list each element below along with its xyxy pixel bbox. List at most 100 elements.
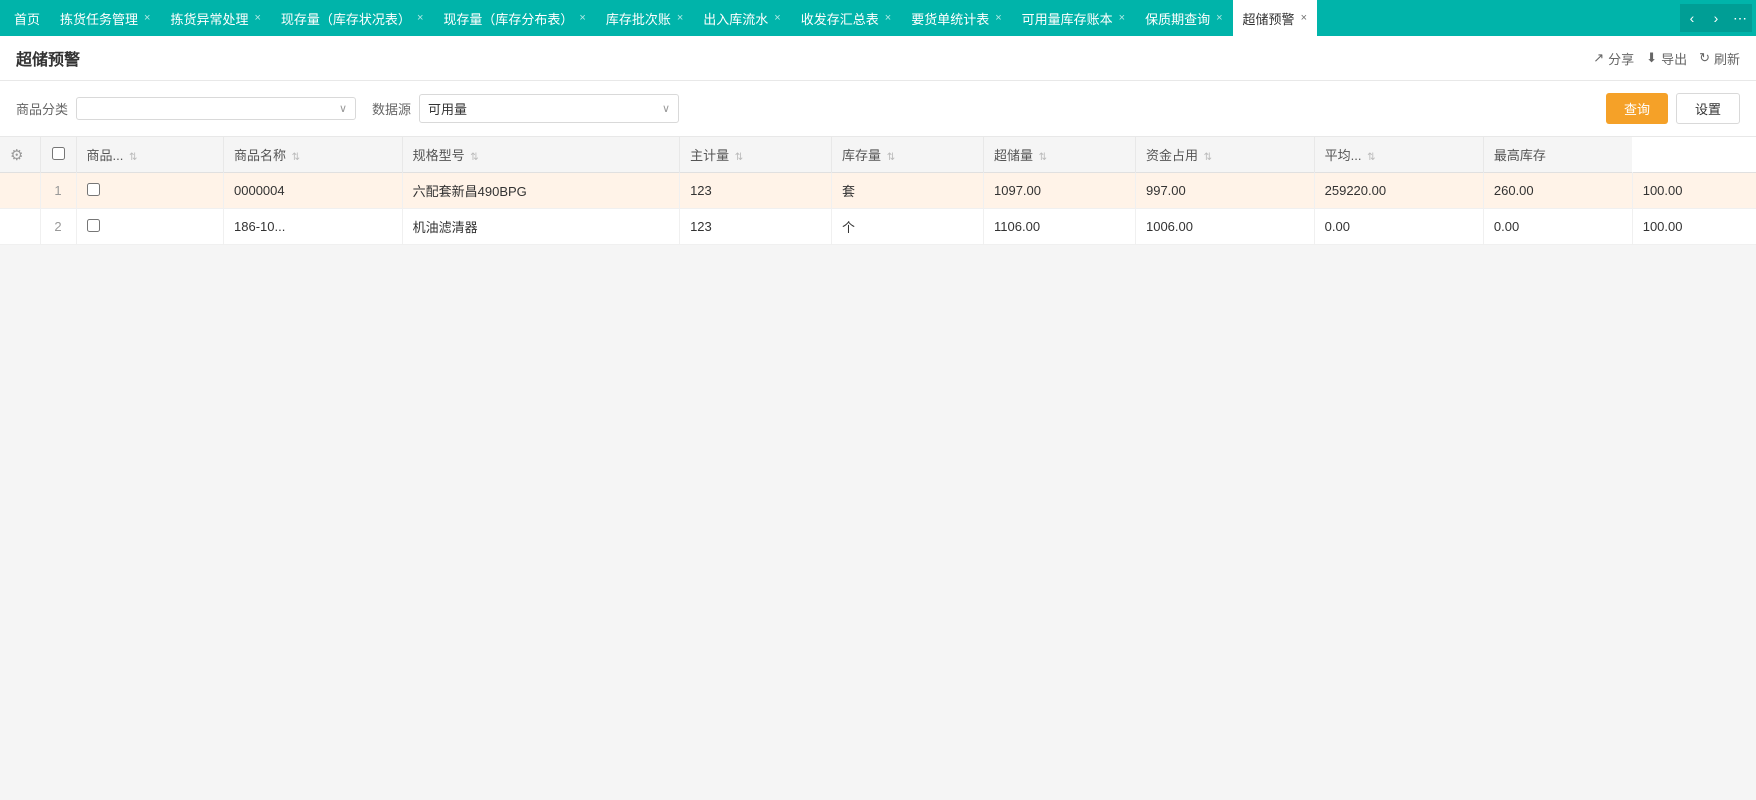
nav-item-task-mgmt[interactable]: 拣货任务管理× — [50, 0, 160, 36]
col-settings: ⚙ — [0, 137, 40, 173]
sort-spec-icon: ⇅ — [470, 152, 478, 163]
nav-item-label: 要货单统计表 — [911, 9, 989, 28]
max-inventory-cell: 100.00 — [1632, 209, 1756, 245]
header-actions: ↗ 分享 ⬇ 导出 ↻ 刷新 — [1593, 49, 1740, 68]
refresh-button[interactable]: ↻ 刷新 — [1699, 49, 1740, 68]
row-checkbox[interactable] — [87, 183, 100, 196]
row-checkbox-cell — [76, 173, 224, 209]
unit-cell: 套 — [832, 173, 984, 209]
query-button[interactable]: 查询 — [1606, 93, 1668, 124]
inventory-cell: 1106.00 — [984, 209, 1136, 245]
spec-cell: 123 — [680, 209, 832, 245]
category-label: 商品分类 — [16, 99, 68, 118]
datasource-value: 可用量 — [428, 99, 467, 118]
sort-product-code-icon: ⇅ — [129, 152, 137, 163]
settings-button[interactable]: 设置 — [1676, 93, 1740, 124]
export-button[interactable]: ⬇ 导出 — [1646, 49, 1687, 68]
nav-arrow-left[interactable]: ‹ — [1680, 4, 1704, 32]
nav-item-overstock-warning[interactable]: 超储预警 × — [1233, 0, 1317, 36]
col-overstock[interactable]: 超储量 ⇅ — [984, 137, 1136, 173]
product-name-cell: 六配套新昌490BPG — [402, 173, 679, 209]
export-label: 导出 — [1661, 49, 1687, 68]
share-button[interactable]: ↗ 分享 — [1593, 49, 1634, 68]
avg-cell: 260.00 — [1483, 173, 1632, 209]
select-all-checkbox[interactable] — [52, 147, 65, 160]
col-checkbox — [40, 137, 76, 173]
category-select[interactable]: ∨ — [76, 97, 356, 120]
col-avg[interactable]: 平均... ⇅ — [1314, 137, 1483, 173]
nav-close-icon[interactable]: × — [579, 12, 585, 24]
nav-arrow-expand[interactable]: ⋯ — [1728, 4, 1752, 32]
col-max-inventory[interactable]: 最高库存 — [1483, 137, 1632, 173]
sort-avg-icon: ⇅ — [1367, 152, 1375, 163]
category-dropdown-icon: ∨ — [339, 102, 347, 115]
column-settings-icon[interactable]: ⚙ — [10, 147, 23, 164]
datasource-label: 数据源 — [372, 99, 411, 118]
col-product-code[interactable]: 商品... ⇅ — [76, 137, 224, 173]
datasource-dropdown-icon: ∨ — [662, 102, 670, 115]
filter-actions: 查询 设置 — [1606, 93, 1740, 124]
nav-item-label: 出入库流水 — [703, 9, 768, 28]
nav-item-collect-summary[interactable]: 收发存汇总表 × — [791, 0, 901, 36]
filter-bar: 商品分类 ∨ 数据源 可用量 ∨ 查询 设置 — [0, 81, 1756, 137]
nav-item-label: 可用量库存账本 — [1022, 9, 1113, 28]
table-header-row: ⚙ 商品... ⇅ 商品名称 ⇅ 规格型号 ⇅ 主计量 — [0, 137, 1756, 173]
unit-cell: 个 — [832, 209, 984, 245]
nav-arrow-right[interactable]: › — [1704, 4, 1728, 32]
overstock-cell: 1006.00 — [1135, 209, 1314, 245]
nav-close-icon[interactable]: × — [885, 12, 891, 24]
inventory-cell: 1097.00 — [984, 173, 1136, 209]
nav-item-inout-flow[interactable]: 出入库流水 × — [693, 0, 790, 36]
row-checkbox[interactable] — [87, 219, 100, 232]
nav-item-quality-check[interactable]: 保质期查询× — [1135, 0, 1232, 36]
share-label: 分享 — [1608, 49, 1634, 68]
sort-overstock-icon: ⇅ — [1039, 152, 1047, 163]
product-name-cell: 机油滤清器 — [402, 209, 679, 245]
nav-close-icon[interactable]: × — [417, 12, 423, 24]
nav-item-home[interactable]: 首页 — [4, 0, 50, 36]
share-icon: ↗ — [1593, 50, 1604, 66]
sort-inventory-icon: ⇅ — [887, 152, 895, 163]
row-num-cell: 1 — [40, 173, 76, 209]
nav-item-abnormal[interactable]: 拣货异常处理× — [160, 0, 270, 36]
nav-item-requisition-stats[interactable]: 要货单统计表 × — [901, 0, 1011, 36]
avg-cell: 0.00 — [1483, 209, 1632, 245]
refresh-label: 刷新 — [1714, 49, 1740, 68]
capital-cell: 0.00 — [1314, 209, 1483, 245]
nav-item-label: 现存量（库存分布表） — [443, 9, 573, 28]
row-gear-cell — [0, 173, 40, 209]
max-inventory-cell: 100.00 — [1632, 173, 1756, 209]
col-product-name[interactable]: 商品名称 ⇅ — [224, 137, 403, 173]
nav-close-icon[interactable]: × — [1119, 12, 1125, 24]
nav-item-available-ledger[interactable]: 可用量库存账本 × — [1012, 0, 1135, 36]
nav-item-label: 库存批次账 — [606, 9, 671, 28]
overstock-cell: 997.00 — [1135, 173, 1314, 209]
category-filter: 商品分类 ∨ — [16, 97, 356, 120]
nav-close-icon[interactable]: × — [144, 12, 150, 24]
table-container: ⚙ 商品... ⇅ 商品名称 ⇅ 规格型号 ⇅ 主计量 — [0, 137, 1756, 245]
col-inventory[interactable]: 库存量 ⇅ — [832, 137, 984, 173]
col-capital[interactable]: 资金占用 ⇅ — [1135, 137, 1314, 173]
nav-item-label: 收发存汇总表 — [801, 9, 879, 28]
nav-item-label: 现存量（库存状况表） — [281, 9, 411, 28]
nav-item-inventory-status[interactable]: 现存量（库存状况表） × — [271, 0, 433, 36]
nav-close-icon[interactable]: × — [995, 12, 1001, 24]
nav-item-batch-account[interactable]: 库存批次账 × — [596, 0, 693, 36]
nav-item-label: 首页 — [14, 9, 40, 28]
sort-product-name-icon: ⇅ — [292, 152, 300, 163]
col-spec[interactable]: 规格型号 ⇅ — [402, 137, 679, 173]
nav-close-icon[interactable]: × — [1216, 12, 1222, 24]
row-num-cell: 2 — [40, 209, 76, 245]
nav-close-icon[interactable]: × — [1301, 12, 1307, 24]
sort-capital-icon: ⇅ — [1204, 152, 1212, 163]
datasource-select[interactable]: 可用量 ∨ — [419, 94, 679, 123]
product-code-cell: 186-10... — [224, 209, 403, 245]
col-unit[interactable]: 主计量 ⇅ — [680, 137, 832, 173]
overstock-table: ⚙ 商品... ⇅ 商品名称 ⇅ 规格型号 ⇅ 主计量 — [0, 137, 1756, 245]
nav-item-inventory-dist[interactable]: 现存量（库存分布表） × — [433, 0, 595, 36]
nav-item-label: 超储预警 — [1243, 9, 1295, 28]
nav-close-icon[interactable]: × — [254, 12, 260, 24]
nav-close-icon[interactable]: × — [677, 12, 683, 24]
nav-close-icon[interactable]: × — [774, 12, 780, 24]
table-row: 2186-10...机油滤清器123个1106.001006.000.000.0… — [0, 209, 1756, 245]
